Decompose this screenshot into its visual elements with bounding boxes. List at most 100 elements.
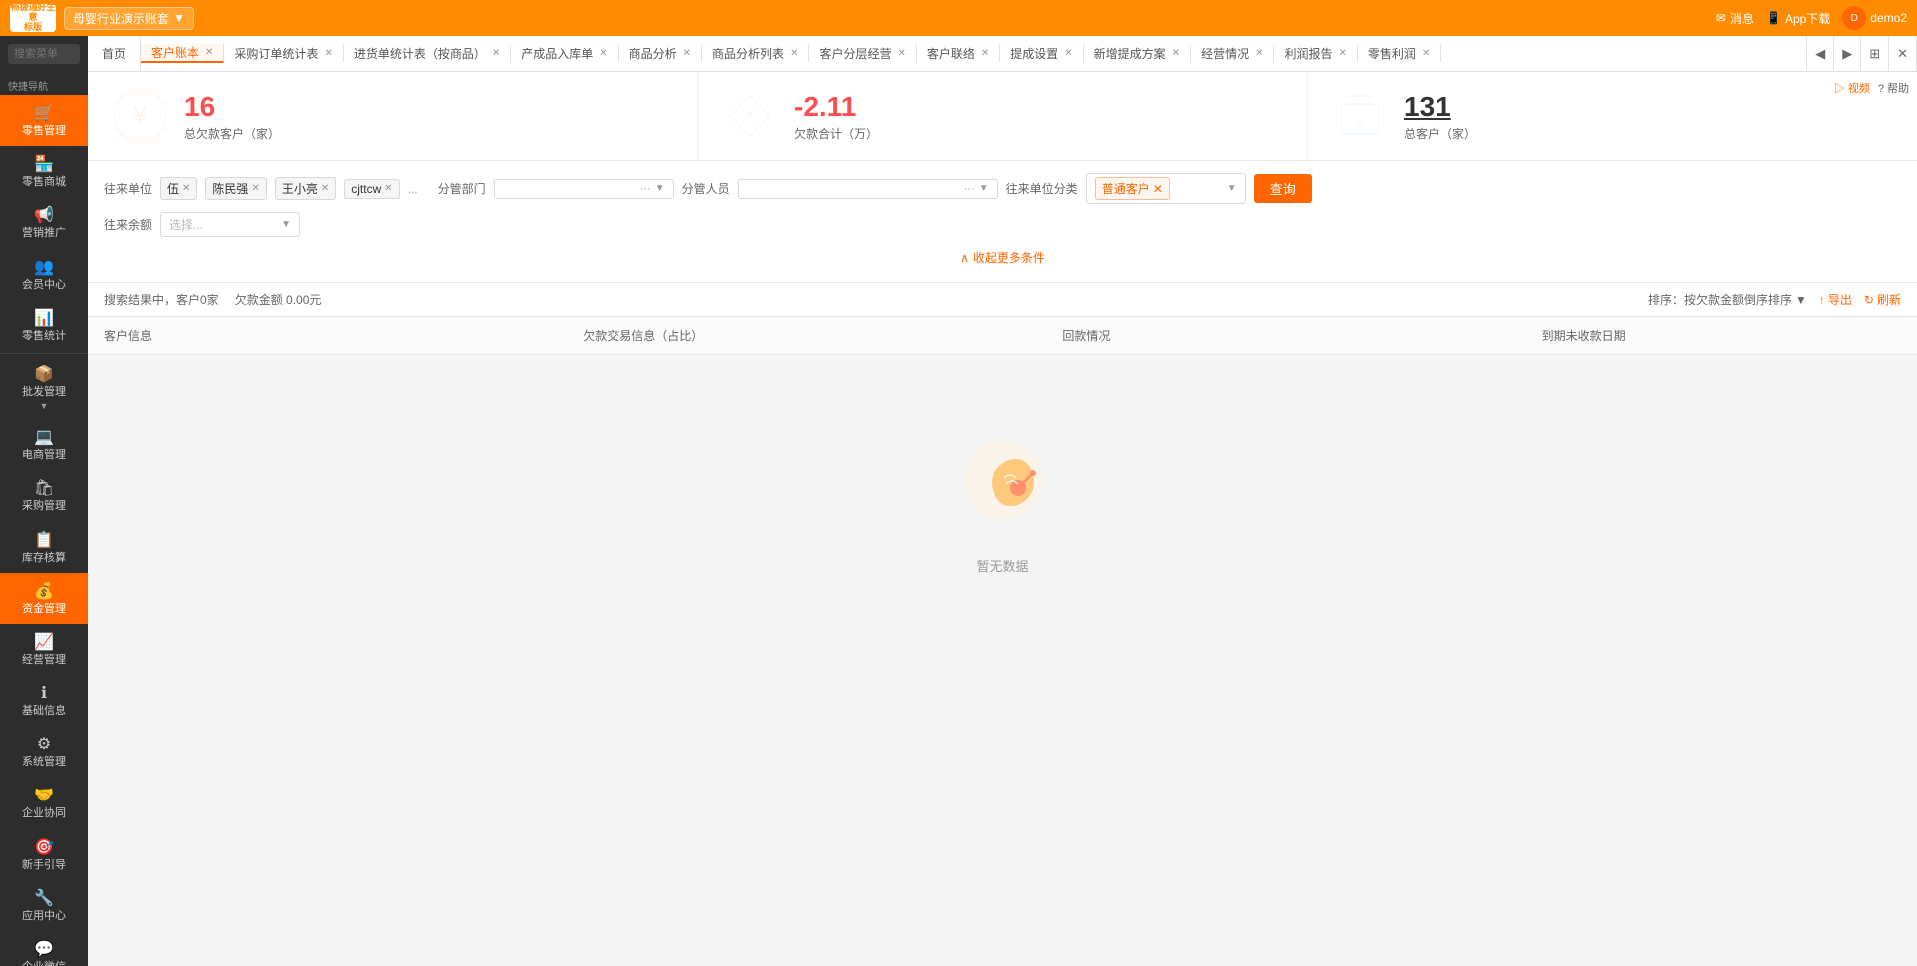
- dept-select[interactable]: ··· ▼: [494, 179, 674, 199]
- diamond-icon: ✦: [722, 88, 778, 144]
- system-icon: ⚙: [37, 734, 51, 754]
- person-select[interactable]: ··· ▼: [738, 179, 998, 199]
- sidebar-item-inventory[interactable]: 📋 库存核算: [0, 522, 88, 573]
- top-bar-right: ✉ 消息 📱 App下载 D demo2: [1716, 6, 1907, 30]
- help-link[interactable]: ? 帮助: [1878, 80, 1909, 96]
- tab-close-3[interactable]: ✕: [599, 48, 607, 59]
- tab-close-2[interactable]: ✕: [492, 48, 500, 59]
- refresh-btn[interactable]: ↻ 刷新: [1864, 291, 1901, 308]
- tab-close-6[interactable]: ✕: [897, 48, 905, 59]
- export-btn[interactable]: ↑ 导出: [1819, 291, 1852, 308]
- avatar: D: [1842, 6, 1866, 30]
- sort-btn[interactable]: 排序：按欠款金额倒序排序 ▼: [1648, 291, 1807, 308]
- tab-purchase-stat[interactable]: 进货单统计表（按商品） ✕: [344, 45, 511, 62]
- tab-expand-btn[interactable]: ⊞: [1861, 36, 1889, 71]
- sidebar-item-ecommerce[interactable]: 💻 电商管理: [0, 419, 88, 470]
- results-bar: 搜索结果中，客户0家 欠款金额 0.00元 排序：按欠款金额倒序排序 ▼ ↑ 导…: [88, 283, 1917, 317]
- nav-label: 快捷导航: [0, 72, 88, 95]
- store-selector[interactable]: 母婴行业演示账套 ▼: [64, 7, 194, 30]
- table-header: 客户信息 欠款交易信息（占比） 回款情况 到期未收款日期: [88, 317, 1917, 355]
- search-input[interactable]: [8, 44, 80, 64]
- sidebar-item-retail-mall[interactable]: 🏪 零售商城: [0, 146, 88, 197]
- sidebar-item-marketing[interactable]: 📢 营销推广: [0, 197, 88, 248]
- message-btn[interactable]: ✉ 消息: [1716, 10, 1754, 27]
- app-download-btn[interactable]: 📱 App下载: [1766, 10, 1830, 27]
- tab-close-1[interactable]: ✕: [324, 48, 332, 59]
- sidebar-item-retail-stat[interactable]: 📊 零售统计: [0, 300, 88, 351]
- tab-commission-settings[interactable]: 提成设置 ✕: [1000, 45, 1083, 62]
- tab-close-10[interactable]: ✕: [1255, 48, 1263, 59]
- tab-close-4[interactable]: ✕: [683, 48, 691, 59]
- stat-total-customers: 131 总客户（家） ▷ 视频 ? 帮助: [1308, 72, 1917, 160]
- empty-state: 暂无数据: [88, 355, 1917, 655]
- filter-row-2: 往来余额 选择... ▼: [104, 212, 1901, 237]
- debt-total-label: 欠款合计（万）: [794, 125, 878, 142]
- tab-next-btn[interactable]: ▶: [1834, 36, 1861, 71]
- sidebar-item-wholesale[interactable]: 📦 批发管理 ▼: [0, 356, 88, 419]
- person-filter-label: 分管人员: [682, 180, 730, 197]
- unit-tag-wu-close[interactable]: ✕: [182, 183, 190, 194]
- tab-customer-ledger[interactable]: 客户账本 ✕: [141, 44, 224, 63]
- tab-close-11[interactable]: ✕: [1339, 48, 1347, 59]
- sidebar-item-member[interactable]: 👥 会员中心: [0, 249, 88, 300]
- marketing-icon: 📢: [34, 205, 54, 225]
- category-select[interactable]: 普通客户 ✕ ▼: [1086, 173, 1246, 204]
- tab-home[interactable]: 首页: [88, 36, 141, 71]
- filter-row-1: 往来单位 伍 ✕ 陈民强 ✕ 王小亮 ✕: [104, 173, 1901, 204]
- results-summary: 搜索结果中，客户0家: [104, 291, 219, 308]
- tab-profit-report[interactable]: 利润报告 ✕: [1274, 45, 1357, 62]
- filter-area: 往来单位 伍 ✕ 陈民强 ✕ 王小亮 ✕: [88, 161, 1917, 283]
- query-button[interactable]: 查询: [1254, 174, 1312, 203]
- tab-customer-contact[interactable]: 客户联络 ✕: [917, 45, 1000, 62]
- sidebar-item-retail-mgmt[interactable]: 🛒 零售管理: [0, 95, 88, 146]
- tab-bar-scroll: 客户账本 ✕ 采购订单统计表 ✕ 进货单统计表（按商品） ✕ 产成品入库单 ✕: [141, 44, 1806, 63]
- collapse-btn[interactable]: ∧ 收起更多条件: [956, 245, 1049, 270]
- unit-tag-cjttcw: cjttcw ✕: [344, 179, 399, 199]
- tab-close-5[interactable]: ✕: [790, 48, 798, 59]
- tab-retail-profit[interactable]: 零售利润 ✕: [1358, 45, 1441, 62]
- sidebar-item-system[interactable]: ⚙ 系统管理: [0, 726, 88, 777]
- sidebar-item-guide[interactable]: 🎯 新手引导: [0, 829, 88, 880]
- tab-close-12[interactable]: ✕: [1422, 48, 1430, 59]
- stat-total-debt-customers: ¥ 16 总欠款客户（家）: [88, 72, 698, 160]
- collab-icon: 🤝: [34, 785, 54, 805]
- tab-close-all-btn[interactable]: ✕: [1889, 36, 1917, 71]
- tab-business-status[interactable]: 经营情况 ✕: [1191, 45, 1274, 62]
- tab-product-analysis-list[interactable]: 商品分析列表 ✕: [702, 45, 809, 62]
- purchase-icon: 🛍: [34, 478, 54, 498]
- tab-prev-btn[interactable]: ◀: [1807, 36, 1834, 71]
- balance-select[interactable]: 选择... ▼: [160, 212, 300, 237]
- unit-tag-cjttcw-close[interactable]: ✕: [384, 183, 392, 194]
- tab-product-inbound[interactable]: 产成品入库单 ✕: [511, 45, 618, 62]
- svg-text:✦: ✦: [743, 107, 756, 124]
- sidebar-item-collab[interactable]: 🤝 企业协同: [0, 777, 88, 828]
- tab-close-9[interactable]: ✕: [1172, 48, 1180, 59]
- total-debt-customers-number: 16: [184, 90, 280, 124]
- tab-close-8[interactable]: ✕: [1064, 48, 1072, 59]
- tab-purchase-order[interactable]: 采购订单统计表 ✕: [224, 45, 343, 62]
- empty-icon: [958, 435, 1048, 544]
- sidebar-item-operations[interactable]: 📈 经营管理: [0, 624, 88, 675]
- sidebar-item-app-center[interactable]: 🔧 应用中心: [0, 880, 88, 931]
- unit-tag-chen-close[interactable]: ✕: [251, 183, 259, 194]
- sidebar-item-basic-info[interactable]: ℹ 基础信息: [0, 675, 88, 726]
- category-filter-label: 往来单位分类: [1006, 180, 1078, 197]
- sidebar-search-area: [0, 36, 88, 72]
- tab-close-7[interactable]: ✕: [981, 48, 989, 59]
- tab-product-analysis[interactable]: 商品分析 ✕: [619, 45, 702, 62]
- ecommerce-icon: 💻: [34, 427, 54, 447]
- sidebar-item-purchase[interactable]: 🛍 采购管理: [0, 470, 88, 521]
- tab-customer-tier[interactable]: 客户分层经营 ✕: [809, 45, 916, 62]
- page-content: ¥ 16 总欠款客户（家） ✦: [88, 72, 1917, 966]
- app-center-icon: 🔧: [34, 888, 54, 908]
- category-tag-close[interactable]: ✕: [1153, 182, 1163, 196]
- tab-add-commission[interactable]: 新增提成方案 ✕: [1084, 45, 1191, 62]
- sidebar-item-finance[interactable]: 💰 资金管理: [0, 573, 88, 624]
- wholesale-icon: 📦: [34, 364, 54, 384]
- unit-tag-wang-close[interactable]: ✕: [321, 183, 329, 194]
- sidebar-item-enterprise-wechat[interactable]: 💬 企业微信: [0, 931, 88, 966]
- unit-more-btn[interactable]: ...: [408, 182, 418, 196]
- user-btn[interactable]: D demo2: [1842, 6, 1907, 30]
- video-link[interactable]: ▷ 视频: [1834, 80, 1870, 96]
- tab-close-0[interactable]: ✕: [205, 47, 213, 58]
